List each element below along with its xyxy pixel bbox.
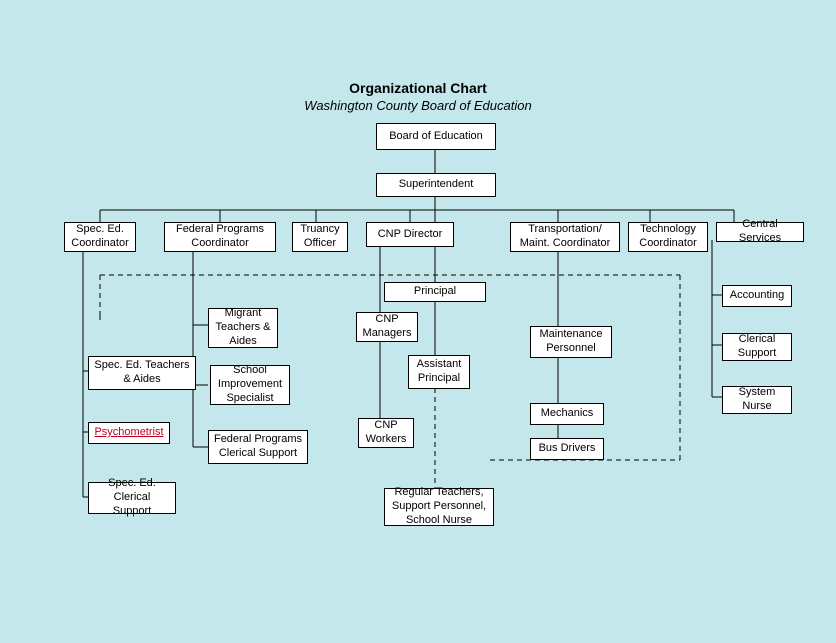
node-technology-coordinator: Technology Coordinator <box>628 222 708 252</box>
node-cnp-director: CNP Director <box>366 222 454 247</box>
chart-subtitle: Washington County Board of Education <box>0 98 836 113</box>
node-federal-programs-coordinator: Federal Programs Coordinator <box>164 222 276 252</box>
node-migrant-teachers: Migrant Teachers & Aides <box>208 308 278 348</box>
node-maintenance-personnel: Maintenance Personnel <box>530 326 612 358</box>
node-accounting: Accounting <box>722 285 792 307</box>
node-central-services: Central Services <box>716 222 804 242</box>
node-board-of-education: Board of Education <box>376 123 496 150</box>
node-cnp-managers: CNP Managers <box>356 312 418 342</box>
node-psychometrist: Psychometrist <box>88 422 170 444</box>
node-principal: Principal <box>384 282 486 302</box>
node-spec-ed-coordinator: Spec. Ed. Coordinator <box>64 222 136 252</box>
node-superintendent: Superintendent <box>376 173 496 197</box>
node-spec-ed-clerical: Spec. Ed. Clerical Support <box>88 482 176 514</box>
node-cnp-workers: CNP Workers <box>358 418 414 448</box>
node-system-nurse: System Nurse <box>722 386 792 414</box>
node-regular-teachers: Regular Teachers, Support Personnel, Sch… <box>384 488 494 526</box>
node-mechanics: Mechanics <box>530 403 604 425</box>
node-truancy-officer: Truancy Officer <box>292 222 348 252</box>
node-assistant-principal: Assistant Principal <box>408 355 470 389</box>
node-clerical-support: Clerical Support <box>722 333 792 361</box>
connectors <box>0 0 836 643</box>
node-spec-ed-teachers: Spec. Ed. Teachers & Aides <box>88 356 196 390</box>
node-school-improvement: School Improvement Specialist <box>210 365 290 405</box>
node-bus-drivers: Bus Drivers <box>530 438 604 460</box>
node-transportation-coordinator: Transportation/ Maint. Coordinator <box>510 222 620 252</box>
node-federal-programs-clerical: Federal Programs Clerical Support <box>208 430 308 464</box>
chart-title: Organizational Chart <box>0 80 836 96</box>
